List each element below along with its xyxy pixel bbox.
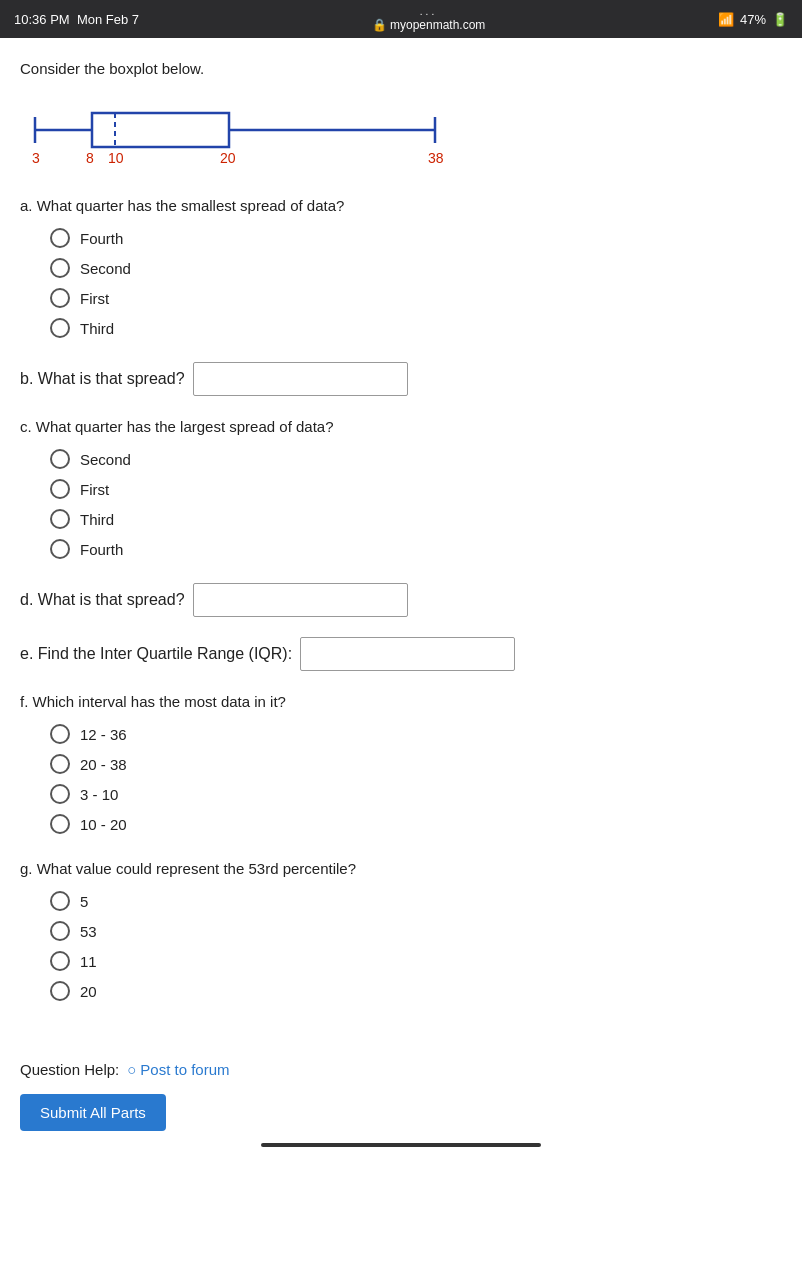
svg-text:20: 20	[220, 150, 236, 165]
battery-level: 47%	[740, 12, 766, 27]
battery-icon: 🔋	[772, 12, 788, 27]
option-label-53: 53	[80, 923, 97, 940]
radio-5[interactable]	[50, 891, 70, 911]
question-a-section: a. What quarter has the smallest spread …	[20, 195, 782, 338]
radio-20-38[interactable]	[50, 754, 70, 774]
post-to-forum-label: Post to forum	[140, 1061, 229, 1078]
option-third-a[interactable]: Third	[50, 318, 782, 338]
status-bar: 10:36 PM Mon Feb 7 ... 🔒 myopenmath.com …	[0, 0, 802, 38]
option-fourth-a[interactable]: Fourth	[50, 228, 782, 248]
question-a-label: a. What quarter has the smallest spread …	[20, 195, 782, 216]
option-53[interactable]: 53	[50, 921, 782, 941]
radio-20[interactable]	[50, 981, 70, 1001]
page-title: Consider the boxplot below.	[20, 58, 782, 79]
question-f-section: f. Which interval has the most data in i…	[20, 691, 782, 834]
status-time: 10:36 PM Mon Feb 7	[14, 12, 139, 27]
option-third-c[interactable]: Third	[50, 509, 782, 529]
question-d-label: d. What is that spread?	[20, 591, 185, 609]
option-label-3-10: 3 - 10	[80, 786, 118, 803]
option-fourth-c[interactable]: Fourth	[50, 539, 782, 559]
option-10-20[interactable]: 10 - 20	[50, 814, 782, 834]
option-20-38[interactable]: 20 - 38	[50, 754, 782, 774]
option-3-10[interactable]: 3 - 10	[50, 784, 782, 804]
option-label-third-a: Third	[80, 320, 114, 337]
radio-fourth-a[interactable]	[50, 228, 70, 248]
radio-first-c[interactable]	[50, 479, 70, 499]
option-label-fourth-c: Fourth	[80, 541, 123, 558]
option-11[interactable]: 11	[50, 951, 782, 971]
bottom-section: Question Help: ○ Post to forum Submit Al…	[20, 1061, 782, 1177]
boxplot-svg: 3 8 10 20 38	[20, 95, 450, 165]
question-e-section: e. Find the Inter Quartile Range (IQR):	[20, 637, 782, 671]
radio-second-c[interactable]	[50, 449, 70, 469]
question-e-input[interactable]	[300, 637, 515, 671]
question-c-label: c. What quarter has the largest spread o…	[20, 416, 782, 437]
bottom-divider	[261, 1143, 541, 1147]
wifi-icon: 📶	[718, 12, 734, 27]
status-dots: ...	[420, 6, 437, 17]
radio-fourth-c[interactable]	[50, 539, 70, 559]
radio-third-a[interactable]	[50, 318, 70, 338]
question-help-label: Question Help:	[20, 1061, 119, 1078]
option-first-a[interactable]: First	[50, 288, 782, 308]
question-d-input[interactable]	[193, 583, 408, 617]
option-label-second-a: Second	[80, 260, 131, 277]
status-right: 📶 47% 🔋	[718, 12, 788, 27]
question-g-section: g. What value could represent the 53rd p…	[20, 858, 782, 1001]
option-label-11: 11	[80, 953, 97, 970]
option-label-10-20: 10 - 20	[80, 816, 127, 833]
question-help: Question Help: ○ Post to forum	[20, 1061, 782, 1078]
question-e-label: e. Find the Inter Quartile Range (IQR):	[20, 645, 292, 663]
question-b-section: b. What is that spread?	[20, 362, 782, 396]
question-b-input[interactable]	[193, 362, 408, 396]
option-label-5: 5	[80, 893, 88, 910]
option-label-second-c: Second	[80, 451, 131, 468]
svg-text:3: 3	[32, 150, 40, 165]
option-label-20: 20	[80, 983, 97, 1000]
question-f-label: f. Which interval has the most data in i…	[20, 691, 782, 712]
question-g-options: 5 53 11 20	[50, 891, 782, 1001]
option-label-12-36: 12 - 36	[80, 726, 127, 743]
radio-third-c[interactable]	[50, 509, 70, 529]
post-to-forum-link[interactable]: ○ Post to forum	[127, 1061, 229, 1078]
message-icon: ○	[127, 1061, 136, 1078]
boxplot-container: 3 8 10 20 38	[20, 95, 782, 175]
option-first-c[interactable]: First	[50, 479, 782, 499]
question-a-options: Fourth Second First Third	[50, 228, 782, 338]
question-g-label: g. What value could represent the 53rd p…	[20, 858, 782, 879]
radio-first-a[interactable]	[50, 288, 70, 308]
option-label-20-38: 20 - 38	[80, 756, 127, 773]
option-label-fourth-a: Fourth	[80, 230, 123, 247]
option-second-c[interactable]: Second	[50, 449, 782, 469]
browser-url: 🔒 myopenmath.com	[372, 18, 486, 32]
radio-11[interactable]	[50, 951, 70, 971]
svg-text:8: 8	[86, 150, 94, 165]
question-f-options: 12 - 36 20 - 38 3 - 10 10 - 20	[50, 724, 782, 834]
radio-3-10[interactable]	[50, 784, 70, 804]
option-label-first-a: First	[80, 290, 109, 307]
submit-all-parts-button[interactable]: Submit All Parts	[20, 1094, 166, 1131]
option-label-third-c: Third	[80, 511, 114, 528]
question-c-section: c. What quarter has the largest spread o…	[20, 416, 782, 559]
question-b-label: b. What is that spread?	[20, 370, 185, 388]
radio-10-20[interactable]	[50, 814, 70, 834]
question-d-section: d. What is that spread?	[20, 583, 782, 617]
svg-text:38: 38	[428, 150, 444, 165]
radio-12-36[interactable]	[50, 724, 70, 744]
svg-rect-2	[92, 113, 229, 147]
main-content: Consider the boxplot below.	[0, 38, 802, 1257]
question-c-options: Second First Third Fourth	[50, 449, 782, 559]
radio-second-a[interactable]	[50, 258, 70, 278]
option-label-first-c: First	[80, 481, 109, 498]
option-second-a[interactable]: Second	[50, 258, 782, 278]
option-20[interactable]: 20	[50, 981, 782, 1001]
svg-text:10: 10	[108, 150, 124, 165]
radio-53[interactable]	[50, 921, 70, 941]
status-center: ... 🔒 myopenmath.com	[372, 6, 486, 32]
option-5[interactable]: 5	[50, 891, 782, 911]
option-12-36[interactable]: 12 - 36	[50, 724, 782, 744]
